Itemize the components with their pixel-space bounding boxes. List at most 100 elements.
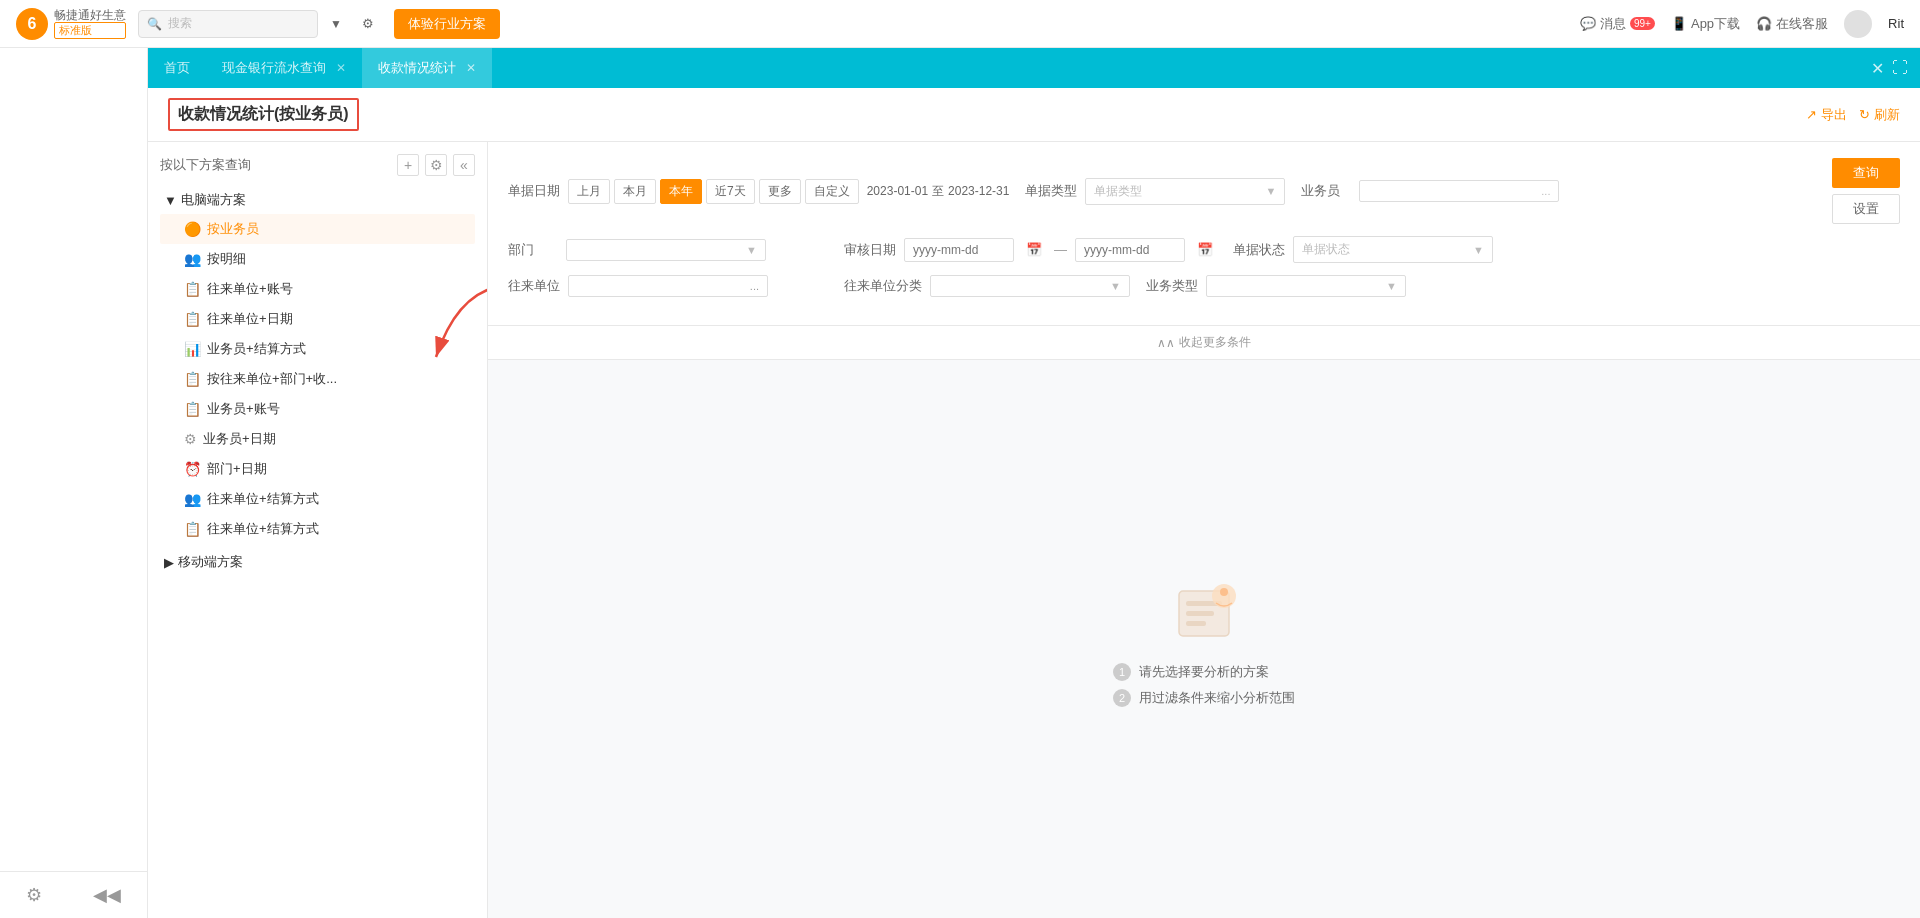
export-icon: ↗ <box>1806 107 1817 122</box>
tab-collection-stats[interactable]: 收款情况统计 ✕ <box>362 48 492 88</box>
online-service-button[interactable]: 🎧 在线客服 <box>1756 15 1828 33</box>
header-search[interactable]: 🔍 搜索 <box>138 10 318 38</box>
date-from-value: 2023-01-01 <box>867 184 928 198</box>
tab-maximize-icon[interactable]: ⛶ <box>1892 59 1908 77</box>
date-to-value: 2023-12-31 <box>948 184 1009 198</box>
scheme-detail-icon: 👥 <box>184 251 201 267</box>
date-label: 单据日期 <box>508 182 560 200</box>
scheme-salesperson-account[interactable]: 📋 业务员+账号 <box>160 394 475 424</box>
tab-home[interactable]: 首页 <box>148 48 206 88</box>
counterpart-dots: ... <box>750 280 759 292</box>
scheme-partner-date[interactable]: 📋 往来单位+日期 <box>160 304 475 334</box>
collapse-label: 收起更多条件 <box>1179 334 1251 351</box>
mobile-section-title[interactable]: ▶ 移动端方案 <box>160 548 475 576</box>
scheme-icon-6: ⚙ <box>184 431 197 447</box>
tab-collection-close[interactable]: ✕ <box>466 61 476 75</box>
date-this-year[interactable]: 本年 <box>660 179 702 204</box>
collapse-panel-button[interactable]: « <box>453 154 475 176</box>
trial-button[interactable]: 体验行业方案 <box>394 9 500 39</box>
collapse-bar[interactable]: ∧∧ 收起更多条件 <box>488 326 1920 360</box>
scheme-dept-date[interactable]: ⏰ 部门+日期 <box>160 454 475 484</box>
settings-icon[interactable]: ⚙ <box>354 10 382 38</box>
salesperson-field: 业务员 ... <box>1301 180 1559 202</box>
tip-item-2: 2 用过滤条件来缩小分析范围 <box>1113 689 1295 707</box>
tab-cash-flow-close[interactable]: ✕ <box>336 61 346 75</box>
date-last-7days[interactable]: 近7天 <box>706 179 755 204</box>
app-download-button[interactable]: 📱 App下载 <box>1671 15 1740 33</box>
tab-minimize-icon[interactable]: ✕ <box>1871 59 1884 78</box>
counterpart-category-select[interactable]: ▼ <box>930 275 1130 297</box>
salesperson-select[interactable]: ... <box>1359 180 1559 202</box>
scheme-partner-settlement-1[interactable]: 👥 往来单位+结算方式 <box>160 484 475 514</box>
form-row-1: 单据日期 上月 本月 本年 近7天 更多 自定义 2023-01-01 <box>508 158 1900 224</box>
biz-type-select[interactable]: ▼ <box>1206 275 1406 297</box>
scheme-by-detail[interactable]: 👥 按明细 <box>160 244 475 274</box>
date-custom[interactable]: 自定义 <box>805 179 859 204</box>
scheme-salesperson-settlement[interactable]: 📊 业务员+结算方式 <box>160 334 475 364</box>
mobile-section: ▶ 移动端方案 <box>160 548 475 576</box>
settings-button[interactable]: 设置 <box>1832 194 1900 224</box>
nav-dropdown[interactable]: ▼ <box>330 17 342 31</box>
counterpart-category-label: 往来单位分类 <box>844 277 922 295</box>
scheme-icon-5: 📋 <box>184 401 201 417</box>
add-scheme-button[interactable]: + <box>397 154 419 176</box>
tip-item-1: 1 请先选择要分析的方案 <box>1113 663 1295 681</box>
salesperson-label: 业务员 <box>1301 182 1351 200</box>
doc-type-label: 单据类型 <box>1025 182 1077 200</box>
biz-type-arrow: ▼ <box>1386 280 1397 292</box>
desktop-section-title[interactable]: ▼ 电脑端方案 <box>160 186 475 214</box>
desktop-section: ▼ 电脑端方案 🟠 按业务员 👥 按明细 📋 往来单位+账号 <box>160 186 475 544</box>
sidebar-bottom: ⚙ ◀◀ <box>0 871 147 918</box>
empty-illustration <box>1164 571 1244 651</box>
scheme-salesperson-date[interactable]: ⚙ 业务员+日期 <box>160 424 475 454</box>
app-logo: 6 <box>16 8 48 40</box>
panel-actions: + ⚙ « <box>397 154 475 176</box>
date-last-month[interactable]: 上月 <box>568 179 610 204</box>
header-right: 💬 消息 99+ 📱 App下载 🎧 在线客服 Rit <box>1580 10 1904 38</box>
user-avatar[interactable] <box>1844 10 1872 38</box>
sidebar: ⚙ ◀◀ <box>0 48 148 918</box>
page-title-box: 收款情况统计(按业务员) <box>168 98 359 131</box>
scheme-icon-4: 📋 <box>184 371 201 387</box>
tab-bar: 首页 现金银行流水查询 ✕ 收款情况统计 ✕ ✕ ⛶ <box>148 48 1920 88</box>
app-name: 畅捷通好生意 <box>54 8 126 22</box>
export-button[interactable]: ↗ 导出 <box>1806 106 1847 124</box>
doc-status-label: 单据状态 <box>1233 241 1285 259</box>
date-input-group: 2023-01-01 至 2023-12-31 <box>867 183 1010 200</box>
refresh-button[interactable]: ↻ 刷新 <box>1859 106 1900 124</box>
dept-select[interactable]: ▼ <box>566 239 766 261</box>
date-this-month[interactable]: 本月 <box>614 179 656 204</box>
date-range-selector: 上月 本月 本年 近7天 更多 自定义 <box>568 179 859 204</box>
sidebar-collapse-icon[interactable]: ◀◀ <box>93 884 121 906</box>
calendar-icon-from: 📅 <box>1026 242 1042 257</box>
doc-status-select[interactable]: 单据状态 ▼ <box>1293 236 1493 263</box>
scheme-icon-1: 📋 <box>184 281 201 297</box>
counterpart-field: 往来单位 ... <box>508 275 828 297</box>
doc-status-arrow: ▼ <box>1473 244 1484 256</box>
scheme-partner-settlement-2[interactable]: 📋 往来单位+结算方式 <box>160 514 475 544</box>
counterpart-select[interactable]: ... <box>568 275 768 297</box>
scheme-by-salesperson[interactable]: 🟠 按业务员 <box>160 214 475 244</box>
tab-bar-right: ✕ ⛶ <box>1871 59 1920 78</box>
query-button[interactable]: 查询 <box>1832 158 1900 188</box>
scheme-partner-account[interactable]: 📋 往来单位+账号 <box>160 274 475 304</box>
date-field: 单据日期 上月 本月 本年 近7天 更多 自定义 2023-01-01 <box>508 179 1009 204</box>
form-row-2: 部门 ▼ 审核日期 📅 — 📅 <box>508 236 1900 263</box>
panel-title: 按以下方案查询 <box>160 156 251 174</box>
message-button[interactable]: 💬 消息 99+ <box>1580 15 1655 33</box>
sidebar-settings-icon[interactable]: ⚙ <box>26 884 42 906</box>
version-badge: 标准版 <box>54 22 126 39</box>
empty-state: 1 请先选择要分析的方案 2 用过滤条件来缩小分析范围 <box>488 360 1920 918</box>
query-form: 单据日期 上月 本月 本年 近7天 更多 自定义 2023-01-01 <box>488 142 1920 326</box>
date-more[interactable]: 更多 <box>759 179 801 204</box>
form-row-3: 往来单位 ... 往来单位分类 ▼ <box>508 275 1900 297</box>
review-date-to[interactable] <box>1075 238 1185 262</box>
review-date-field: 审核日期 📅 — 📅 <box>844 238 1217 262</box>
panel-header: 按以下方案查询 + ⚙ « <box>160 154 475 176</box>
tab-cash-flow[interactable]: 现金银行流水查询 ✕ <box>206 48 362 88</box>
scheme-partner-dept[interactable]: 📋 按往来单位+部门+收... <box>160 364 475 394</box>
scheme-settings-button[interactable]: ⚙ <box>425 154 447 176</box>
review-date-from[interactable] <box>904 238 1014 262</box>
doc-type-select[interactable]: 单据类型 ▼ <box>1085 178 1285 205</box>
scheme-icon-9: 📋 <box>184 521 201 537</box>
